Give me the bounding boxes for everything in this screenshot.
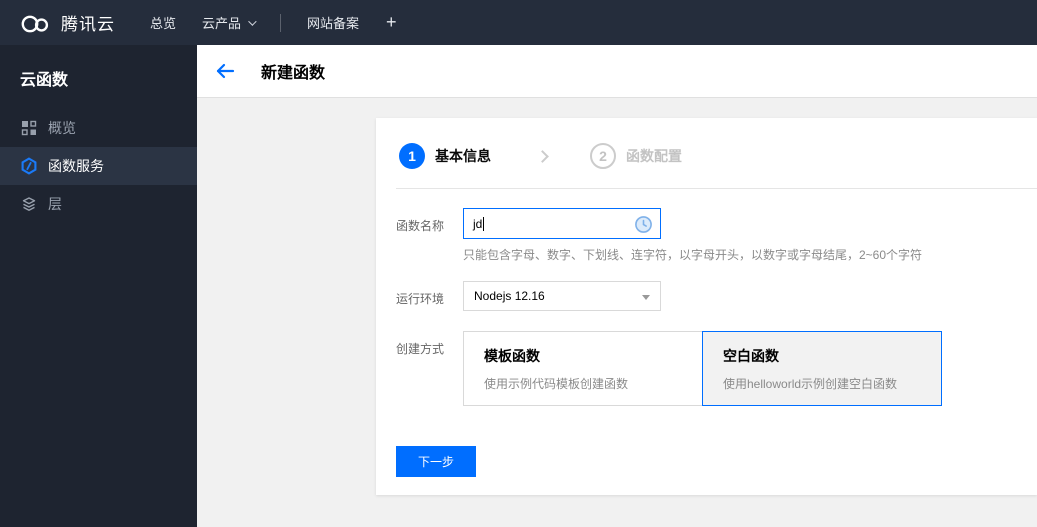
sidebar-item-overview[interactable]: 概览 [0,109,197,147]
back-button[interactable] [215,61,235,81]
form-row-function-name: 函数名称 jd 只能包含字母、数字、下划线、连字符，以字母开头，以数字或字母结尾… [396,208,922,263]
option-title: 模板函数 [484,348,540,364]
text-cursor [483,216,485,231]
sidebar: 云函数 概览 函数服务 层 [0,45,197,527]
option-blank-function[interactable]: 空白函数 使用helloworld示例创建空白函数 [702,331,942,406]
brand-logo[interactable]: 腾讯云 [0,10,115,36]
topbar-nav: 总览 云产品 网站备案 + [137,0,411,45]
form-row-creation-method: 创建方式 模板函数 使用示例代码模板创建函数 空白函数 使用helloworld… [396,331,942,406]
runtime-selected-value: Nodejs 12.16 [474,289,545,303]
create-function-card: 1 基本信息 2 函数配置 函数名称 jd 只能包含字母、数字、下划线、连字符，… [376,118,1037,495]
page-header: 新建函数 [197,45,1037,98]
step-number: 2 [590,143,616,169]
sidebar-title: 云函数 [20,72,69,89]
function-name-field-group: jd 只能包含字母、数字、下划线、连字符，以字母开头，以数字或字母结尾，2~60… [463,208,922,263]
chevron-down-icon [248,16,257,26]
next-step-button[interactable]: 下一步 [396,446,476,477]
nav-item-label: 云产品 [202,16,242,31]
hexagon-slash-icon [20,157,38,175]
cloud-logo-icon [18,10,52,36]
step-function-config: 2 函数配置 [590,143,682,169]
divider [396,188,1037,189]
step-indicator: 1 基本信息 2 函数配置 [399,143,682,169]
function-name-value: jd [473,216,483,231]
sidebar-item-label: 概览 [48,120,76,136]
nav-item-overview[interactable]: 总览 [137,0,189,45]
sidebar-item-functions[interactable]: 函数服务 [0,147,197,185]
page-title: 新建函数 [261,65,326,82]
add-tab-button[interactable]: + [372,0,411,45]
creation-method-options: 模板函数 使用示例代码模板创建函数 空白函数 使用helloworld示例创建空… [463,331,942,406]
grid-icon [20,119,38,137]
nav-item-icp[interactable]: 网站备案 [294,0,372,45]
option-template-function[interactable]: 模板函数 使用示例代码模板创建函数 [463,331,703,406]
function-name-hint: 只能包含字母、数字、下划线、连字符，以字母开头，以数字或字母结尾，2~60个字符 [463,248,923,262]
creation-method-label: 创建方式 [396,342,445,356]
nav-item-label: 网站备案 [307,16,360,31]
arrow-left-icon [216,63,235,79]
triangle-down-icon [642,295,650,300]
option-title: 空白函数 [723,348,779,364]
runtime-label: 运行环境 [396,292,445,306]
clock-icon [634,215,653,239]
step-label: 基本信息 [435,148,491,164]
plus-icon: + [386,12,397,32]
sidebar-menu: 概览 函数服务 层 [0,109,197,223]
step-basic-info: 1 基本信息 [399,143,491,169]
step-number: 1 [399,143,425,169]
form-row-runtime: 运行环境 Nodejs 12.16 [396,281,661,311]
sidebar-item-label: 函数服务 [48,158,104,174]
sidebar-item-layers[interactable]: 层 [0,185,197,223]
chevron-right-icon [536,149,549,163]
function-name-input[interactable]: jd [463,208,661,239]
nav-item-products[interactable]: 云产品 [189,0,267,45]
brand-name: 腾讯云 [61,15,115,34]
function-name-label: 函数名称 [396,219,445,233]
sidebar-item-label: 层 [48,196,62,212]
nav-item-label: 总览 [150,16,177,31]
content-area: 1 基本信息 2 函数配置 函数名称 jd 只能包含字母、数字、下划线、连字符，… [197,99,1037,527]
topbar: 腾讯云 总览 云产品 网站备案 + [0,0,1037,45]
step-label: 函数配置 [626,148,682,164]
layers-icon [20,195,38,213]
option-description: 使用示例代码模板创建函数 [484,377,629,391]
option-description: 使用helloworld示例创建空白函数 [723,377,898,391]
runtime-select[interactable]: Nodejs 12.16 [463,281,661,311]
topbar-divider [280,13,282,32]
